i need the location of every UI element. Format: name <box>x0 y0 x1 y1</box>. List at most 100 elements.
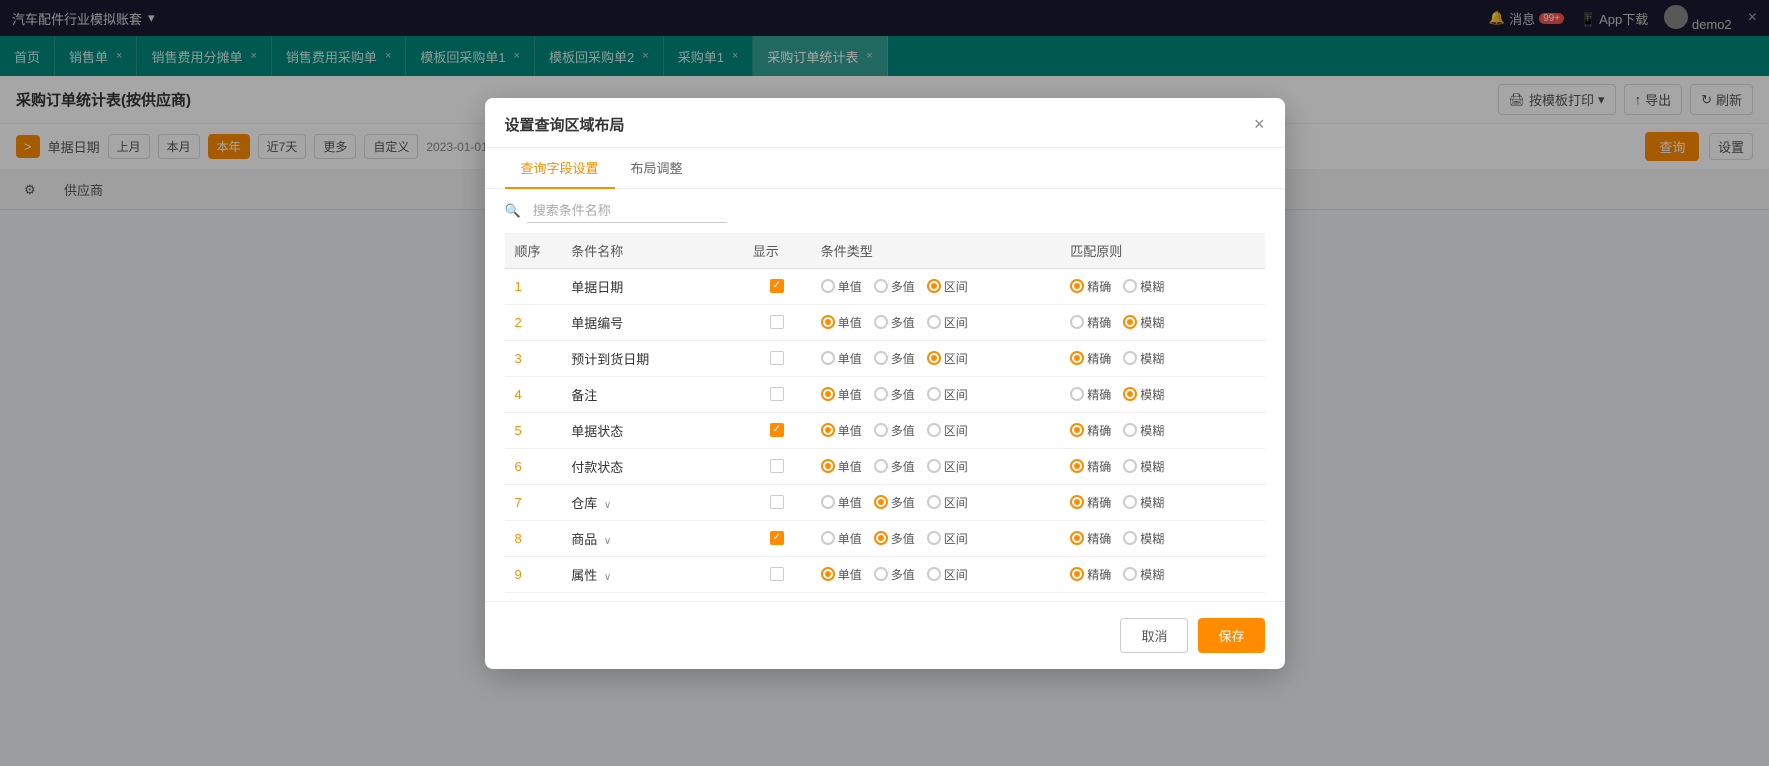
radio-match-0-row-3[interactable] <box>1070 387 1084 401</box>
radio-type-0-row-3[interactable] <box>821 387 835 401</box>
radio-match-0-row-1[interactable] <box>1070 315 1084 329</box>
radio-type-0-row-8[interactable] <box>821 567 835 581</box>
radio-type-2-row-7[interactable] <box>927 531 941 545</box>
radio-type-0-row-4[interactable] <box>821 423 835 437</box>
cell-type-2: 单值多值区间 <box>811 340 1061 376</box>
cell-name-4: 单据状态 <box>561 412 742 448</box>
checkbox-show-4[interactable] <box>770 423 784 437</box>
settings-dialog: 设置查询区域布局 × 查询字段设置 布局调整 🔍 顺序 条件名称 显示 <box>485 98 1285 669</box>
radio-type-2-row-0[interactable] <box>927 279 941 293</box>
th-type: 条件类型 <box>811 233 1061 269</box>
radio-match-1-row-1[interactable] <box>1123 315 1137 329</box>
cell-show-6[interactable] <box>743 484 811 520</box>
radio-match-0-row-6[interactable] <box>1070 495 1084 509</box>
radio-type-2-row-3[interactable] <box>927 387 941 401</box>
radio-match-1-row-3[interactable] <box>1123 387 1137 401</box>
cell-match-7: 精确模糊 <box>1060 520 1264 556</box>
tab-layout[interactable]: 布局调整 <box>615 148 699 189</box>
cell-order-5: 6 <box>505 448 562 484</box>
table-row: 3预计到货日期单值多值区间精确模糊 <box>505 340 1265 376</box>
table-row: 6付款状态单值多值区间精确模糊 <box>505 448 1265 484</box>
cell-name-8: 属性 ∨ <box>561 556 742 592</box>
radio-match-1-row-6[interactable] <box>1123 495 1137 509</box>
cell-order-4: 5 <box>505 412 562 448</box>
modal-overlay: 设置查询区域布局 × 查询字段设置 布局调整 🔍 顺序 条件名称 显示 <box>0 0 1769 766</box>
checkbox-show-6[interactable] <box>770 495 784 509</box>
checkbox-show-1[interactable] <box>770 315 784 329</box>
radio-type-2-row-2[interactable] <box>927 351 941 365</box>
cell-show-8[interactable] <box>743 556 811 592</box>
search-icon: 🔍 <box>505 203 521 219</box>
radio-type-1-row-3[interactable] <box>874 387 888 401</box>
th-order: 顺序 <box>505 233 562 269</box>
radio-type-2-row-6[interactable] <box>927 495 941 509</box>
radio-type-2-row-8[interactable] <box>927 567 941 581</box>
radio-match-0-row-7[interactable] <box>1070 531 1084 545</box>
radio-type-0-row-6[interactable] <box>821 495 835 509</box>
cell-show-3[interactable] <box>743 376 811 412</box>
radio-match-1-row-4[interactable] <box>1123 423 1137 437</box>
radio-match-1-row-2[interactable] <box>1123 351 1137 365</box>
cell-show-4[interactable] <box>743 412 811 448</box>
table-row: 7仓库 ∨单值多值区间精确模糊 <box>505 484 1265 520</box>
search-input[interactable] <box>527 199 727 223</box>
radio-type-1-row-0[interactable] <box>874 279 888 293</box>
cell-show-2[interactable] <box>743 340 811 376</box>
cell-type-0: 单值多值区间 <box>811 268 1061 304</box>
cell-order-0: 1 <box>505 268 562 304</box>
cell-order-2: 3 <box>505 340 562 376</box>
radio-type-1-row-4[interactable] <box>874 423 888 437</box>
checkbox-show-5[interactable] <box>770 459 784 473</box>
cell-show-9[interactable] <box>743 592 811 593</box>
checkbox-show-2[interactable] <box>770 351 784 365</box>
radio-type-1-row-2[interactable] <box>874 351 888 365</box>
radio-match-0-row-5[interactable] <box>1070 459 1084 473</box>
radio-match-0-row-0[interactable] <box>1070 279 1084 293</box>
radio-type-2-row-1[interactable] <box>927 315 941 329</box>
radio-match-0-row-8[interactable] <box>1070 567 1084 581</box>
checkbox-show-8[interactable] <box>770 567 784 581</box>
radio-type-1-row-8[interactable] <box>874 567 888 581</box>
cell-order-7: 8 <box>505 520 562 556</box>
cell-match-9: 精确模糊 <box>1060 592 1264 593</box>
cell-order-9: 10 <box>505 592 562 593</box>
cell-show-5[interactable] <box>743 448 811 484</box>
checkbox-show-0[interactable] <box>770 279 784 293</box>
table-row: 5单据状态单值多值区间精确模糊 <box>505 412 1265 448</box>
radio-match-0-row-4[interactable] <box>1070 423 1084 437</box>
radio-type-1-row-7[interactable] <box>874 531 888 545</box>
radio-type-2-row-4[interactable] <box>927 423 941 437</box>
radio-type-1-row-1[interactable] <box>874 315 888 329</box>
radio-type-1-row-6[interactable] <box>874 495 888 509</box>
checkbox-show-7[interactable] <box>770 531 784 545</box>
dialog-tabs: 查询字段设置 布局调整 <box>485 148 1285 189</box>
radio-type-1-row-5[interactable] <box>874 459 888 473</box>
cancel-button[interactable]: 取消 <box>1120 618 1188 653</box>
radio-type-0-row-0[interactable] <box>821 279 835 293</box>
conditions-table: 顺序 条件名称 显示 条件类型 匹配原则 1单据日期单值多值区间精确模糊2单据编… <box>505 233 1265 593</box>
cell-type-5: 单值多值区间 <box>811 448 1061 484</box>
radio-match-1-row-8[interactable] <box>1123 567 1137 581</box>
cell-show-7[interactable] <box>743 520 811 556</box>
radio-match-1-row-7[interactable] <box>1123 531 1137 545</box>
radio-type-0-row-7[interactable] <box>821 531 835 545</box>
table-row: 9属性 ∨单值多值区间精确模糊 <box>505 556 1265 592</box>
radio-type-0-row-1[interactable] <box>821 315 835 329</box>
radio-match-0-row-2[interactable] <box>1070 351 1084 365</box>
cell-name-6: 仓库 ∨ <box>561 484 742 520</box>
radio-type-0-row-5[interactable] <box>821 459 835 473</box>
dialog-header: 设置查询区域布局 × <box>485 98 1285 148</box>
radio-type-2-row-5[interactable] <box>927 459 941 473</box>
radio-match-1-row-0[interactable] <box>1123 279 1137 293</box>
tab-query-fields[interactable]: 查询字段设置 <box>505 148 615 189</box>
checkbox-show-3[interactable] <box>770 387 784 401</box>
cell-show-1[interactable] <box>743 304 811 340</box>
save-button[interactable]: 保存 <box>1198 618 1264 653</box>
dialog-search-area: 🔍 <box>485 189 1285 233</box>
cell-name-1: 单据编号 <box>561 304 742 340</box>
cell-show-0[interactable] <box>743 268 811 304</box>
radio-match-1-row-5[interactable] <box>1123 459 1137 473</box>
cell-name-3: 备注 <box>561 376 742 412</box>
radio-type-0-row-2[interactable] <box>821 351 835 365</box>
dialog-close-btn[interactable]: × <box>1254 115 1265 133</box>
